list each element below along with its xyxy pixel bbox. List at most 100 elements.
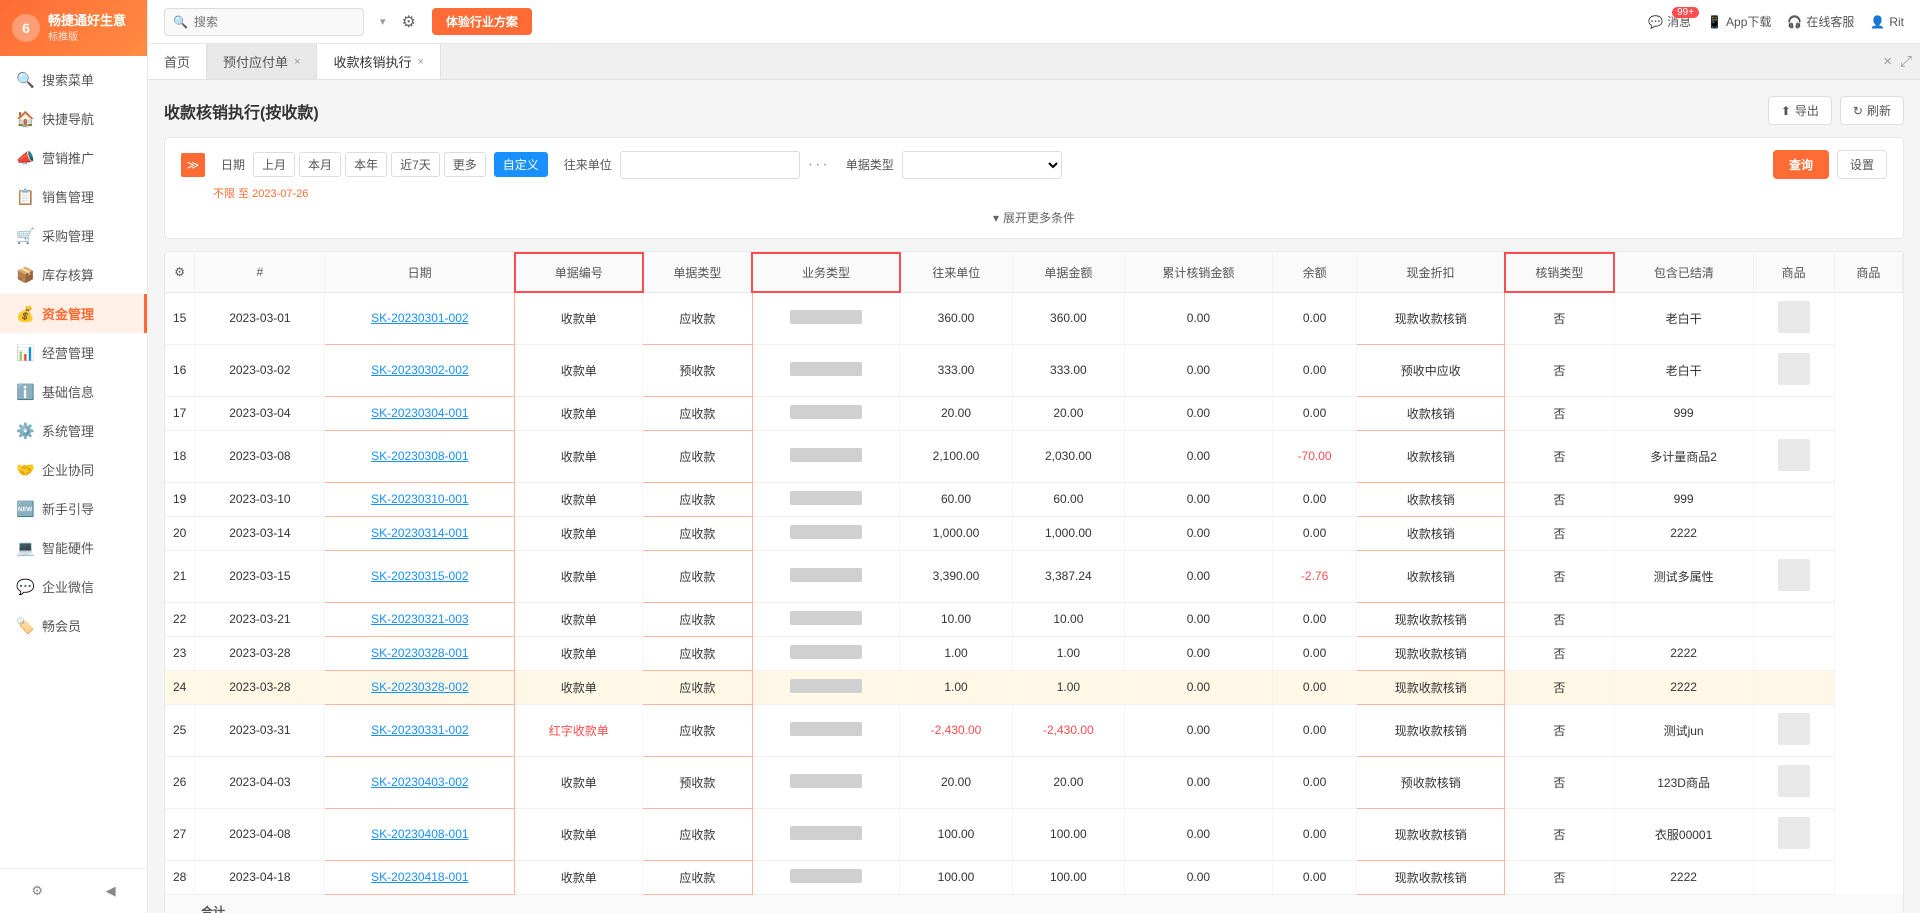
cell-doc-no[interactable]: SK-20230408-001: [325, 808, 515, 860]
close-tab-icon[interactable]: ×: [1883, 53, 1892, 70]
settings-icon[interactable]: ⚙: [23, 877, 51, 905]
doc-no-link[interactable]: SK-20230408-001: [371, 827, 468, 841]
sidebar-item-guide[interactable]: 🆕新手引导: [0, 489, 147, 528]
col-header-discount: 现金折扣: [1357, 253, 1505, 292]
expand-more-button[interactable]: ▾ 展开更多条件: [993, 209, 1075, 226]
topbar-right: 💬 消息 99+ 📱 App下载 🎧 在线客服 👤 Rit: [1648, 13, 1904, 30]
sidebar-item-shortcut[interactable]: 🏠快捷导航: [0, 99, 147, 138]
cell-partner: [752, 756, 900, 808]
cell-doc-no[interactable]: SK-20230310-001: [325, 482, 515, 516]
tab-home[interactable]: 首页: [148, 44, 207, 79]
tab-collection[interactable]: 收款核销执行×: [317, 44, 440, 79]
sidebar-item-member[interactable]: 🏷️畅会员: [0, 606, 147, 645]
sidebar-item-wechat[interactable]: 💬企业微信: [0, 567, 147, 606]
sidebar-nav: 🔍搜索菜单🏠快捷导航📣营销推广📋销售管理🛒采购管理📦库存核算💰资金管理📊经营管理…: [0, 56, 147, 868]
sidebar-item-purchase[interactable]: 🛒采购管理: [0, 216, 147, 255]
date-btn-本年[interactable]: 本年: [345, 152, 387, 177]
sidebar: 6 畅捷通好生意 标推版 🔍搜索菜单🏠快捷导航📣营销推广📋销售管理🛒采购管理📦库…: [0, 0, 148, 913]
sidebar-label-basic: 基础信息: [42, 382, 94, 401]
topbar-gear-icon[interactable]: ⚙: [402, 12, 416, 32]
doc-no-link[interactable]: SK-20230304-001: [371, 406, 468, 420]
doc-no-link[interactable]: SK-20230328-001: [371, 646, 468, 660]
sidebar-item-operation[interactable]: 📊经营管理: [0, 333, 147, 372]
cell-doc-no[interactable]: SK-20230418-001: [325, 860, 515, 894]
sidebar-item-hardware[interactable]: 💻智能硬件: [0, 528, 147, 567]
cell-goods: 测试jun: [1614, 704, 1753, 756]
sidebar-footer: ⚙ ◀: [0, 868, 147, 913]
doc-no-link[interactable]: SK-20230328-002: [371, 680, 468, 694]
cell-doc-no[interactable]: SK-20230331-002: [325, 704, 515, 756]
doc-no-link[interactable]: SK-20230331-002: [371, 723, 468, 737]
messages-button[interactable]: 💬 消息 99+: [1648, 13, 1691, 30]
tab-prepay[interactable]: 预付应付单×: [207, 44, 317, 79]
fullscreen-icon[interactable]: ⤢: [1900, 53, 1912, 70]
cell-doc-no[interactable]: SK-20230302-002: [325, 344, 515, 396]
col-gear[interactable]: ⚙: [165, 253, 195, 292]
custom-date-button[interactable]: 自定义: [494, 152, 548, 177]
topbar-search-box[interactable]: 🔍: [164, 8, 364, 36]
sidebar-item-inventory[interactable]: 📦库存核算: [0, 255, 147, 294]
col-header-partner: 往来单位: [900, 253, 1012, 292]
cell-doc-no[interactable]: SK-20230301-002: [325, 292, 515, 344]
cell-include-settled: 否: [1505, 550, 1615, 602]
collapse-icon[interactable]: ◀: [98, 877, 124, 905]
sidebar-item-finance[interactable]: 💰资金管理: [0, 294, 147, 333]
user-avatar[interactable]: 👤 Rit: [1870, 15, 1904, 29]
sidebar-item-basic[interactable]: ℹ️基础信息: [0, 372, 147, 411]
doc-no-link[interactable]: SK-20230418-001: [371, 870, 468, 884]
cell-verify-type: 预收款核销: [1357, 756, 1505, 808]
doc-no-link[interactable]: SK-20230315-002: [371, 569, 468, 583]
date-btn-更多[interactable]: 更多: [444, 152, 486, 177]
logo-icon: 6: [12, 14, 40, 42]
cell-doc-no[interactable]: SK-20230314-001: [325, 516, 515, 550]
cell-biz-type: 应收款: [643, 430, 753, 482]
cell-verified: 333.00: [1012, 344, 1124, 396]
doc-no-link[interactable]: SK-20230314-001: [371, 526, 468, 540]
date-btn-近7天[interactable]: 近7天: [391, 152, 440, 177]
tab-close-collection[interactable]: ×: [417, 56, 423, 68]
filter-expand-button[interactable]: ≫: [181, 153, 205, 177]
date-btn-本月[interactable]: 本月: [299, 152, 341, 177]
sidebar-item-search[interactable]: 🔍搜索菜单: [0, 60, 147, 99]
tab-close-prepay[interactable]: ×: [294, 56, 300, 68]
cell-verified: 20.00: [1012, 396, 1124, 430]
cell-doc-no[interactable]: SK-20230328-001: [325, 636, 515, 670]
main-area: 🔍 ▾ ⚙ 体验行业方案 💬 消息 99+ 📱 App下载 🎧 在线客服 👤 R…: [148, 0, 1920, 913]
query-button[interactable]: 查询: [1773, 150, 1829, 179]
online-service-button[interactable]: 🎧 在线客服: [1787, 13, 1854, 30]
doc-no-link[interactable]: SK-20230403-002: [371, 775, 468, 789]
search-input[interactable]: [194, 15, 355, 29]
cell-num: 28: [165, 860, 195, 894]
cell-doc-no[interactable]: SK-20230328-002: [325, 670, 515, 704]
sidebar-item-sales[interactable]: 📋销售管理: [0, 177, 147, 216]
date-btn-上月[interactable]: 上月: [253, 152, 295, 177]
coop-icon: 🤝: [16, 461, 34, 479]
cell-doc-no[interactable]: SK-20230403-002: [325, 756, 515, 808]
cell-date: 2023-03-01: [195, 292, 325, 344]
sidebar-item-marketing[interactable]: 📣营销推广: [0, 138, 147, 177]
cell-include-settled: 否: [1505, 602, 1615, 636]
doc-no-link[interactable]: SK-20230302-002: [371, 363, 468, 377]
sidebar-label-hardware: 智能硬件: [42, 538, 94, 557]
doc-no-link[interactable]: SK-20230301-002: [371, 311, 468, 325]
cell-doc-no[interactable]: SK-20230315-002: [325, 550, 515, 602]
sidebar-item-system[interactable]: ⚙️系统管理: [0, 411, 147, 450]
partner-input[interactable]: [620, 151, 800, 179]
refresh-button[interactable]: ↻ 刷新: [1840, 96, 1904, 125]
cell-doc-no[interactable]: SK-20230321-003: [325, 602, 515, 636]
doc-no-link[interactable]: SK-20230308-001: [371, 449, 468, 463]
doc-no-link[interactable]: SK-20230321-003: [371, 612, 468, 626]
table-row: 282023-04-18SK-20230418-001收款单应收款100.001…: [165, 860, 1903, 894]
cell-amount: 20.00: [900, 396, 1012, 430]
sidebar-item-coop[interactable]: 🤝企业协同: [0, 450, 147, 489]
cell-doc-no[interactable]: SK-20230308-001: [325, 430, 515, 482]
app-download-button[interactable]: 📱 App下载: [1707, 13, 1771, 30]
filter-settings-button[interactable]: 设置: [1837, 150, 1887, 179]
doctype-select[interactable]: [902, 151, 1062, 179]
cell-doc-type: 收款单: [515, 344, 643, 396]
cell-doc-no[interactable]: SK-20230304-001: [325, 396, 515, 430]
system-icon: ⚙️: [16, 422, 34, 440]
export-button[interactable]: ⬆ 导出: [1768, 96, 1832, 125]
solution-button[interactable]: 体验行业方案: [432, 8, 532, 35]
doc-no-link[interactable]: SK-20230310-001: [371, 492, 468, 506]
